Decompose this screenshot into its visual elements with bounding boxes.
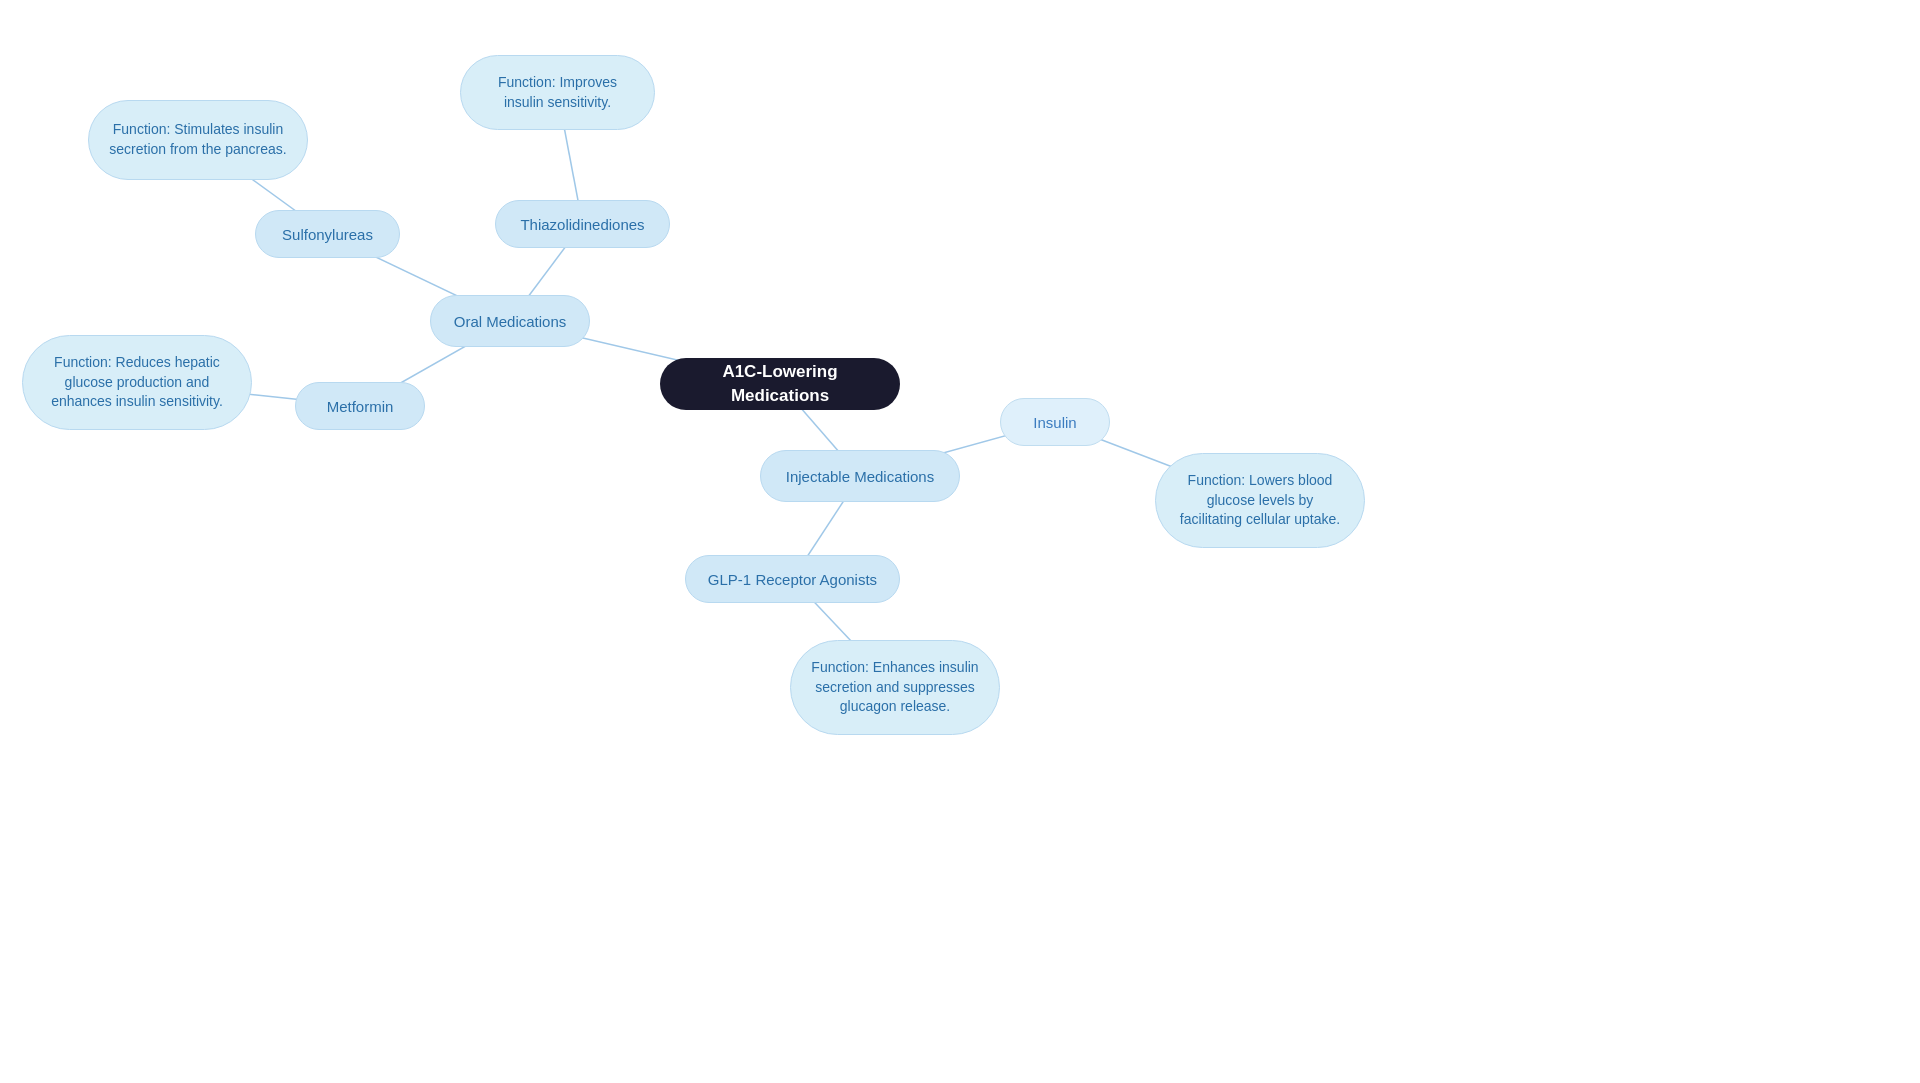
injectable-medications-node[interactable]: Injectable Medications <box>760 450 960 502</box>
thiazolidinediones-label: Thiazolidinediones <box>520 214 644 235</box>
func-improves-insulin-label: Function: Improves insulin sensitivity. <box>481 73 634 112</box>
func-reduces-node: Function: Reduces hepatic glucose produc… <box>22 335 252 430</box>
func-enhances-node: Function: Enhances insulin secretion and… <box>790 640 1000 735</box>
insulin-node[interactable]: Insulin <box>1000 398 1110 446</box>
center-node[interactable]: A1C-Lowering Medications <box>660 358 900 410</box>
func-reduces-label: Function: Reduces hepatic glucose produc… <box>43 353 231 412</box>
sulfonylureas-node[interactable]: Sulfonylureas <box>255 210 400 258</box>
glp1-label: GLP-1 Receptor Agonists <box>708 569 877 590</box>
metformin-node[interactable]: Metformin <box>295 382 425 430</box>
oral-medications-node[interactable]: Oral Medications <box>430 295 590 347</box>
func-enhances-label: Function: Enhances insulin secretion and… <box>811 658 979 717</box>
func-lowers-label: Function: Lowers blood glucose levels by… <box>1176 471 1344 530</box>
center-label: A1C-Lowering Medications <box>680 360 880 408</box>
thiazolidinediones-node[interactable]: Thiazolidinediones <box>495 200 670 248</box>
func-stimulates-label: Function: Stimulates insulin secretion f… <box>109 120 287 159</box>
injectable-medications-label: Injectable Medications <box>786 466 934 487</box>
glp1-node[interactable]: GLP-1 Receptor Agonists <box>685 555 900 603</box>
metformin-label: Metformin <box>327 396 394 417</box>
oral-medications-label: Oral Medications <box>454 311 567 332</box>
mind-map-canvas: A1C-Lowering Medications Oral Medication… <box>0 0 1920 1083</box>
func-improves-insulin-node: Function: Improves insulin sensitivity. <box>460 55 655 130</box>
insulin-label: Insulin <box>1033 412 1076 433</box>
sulfonylureas-label: Sulfonylureas <box>282 224 373 245</box>
func-lowers-node: Function: Lowers blood glucose levels by… <box>1155 453 1365 548</box>
func-stimulates-node: Function: Stimulates insulin secretion f… <box>88 100 308 180</box>
